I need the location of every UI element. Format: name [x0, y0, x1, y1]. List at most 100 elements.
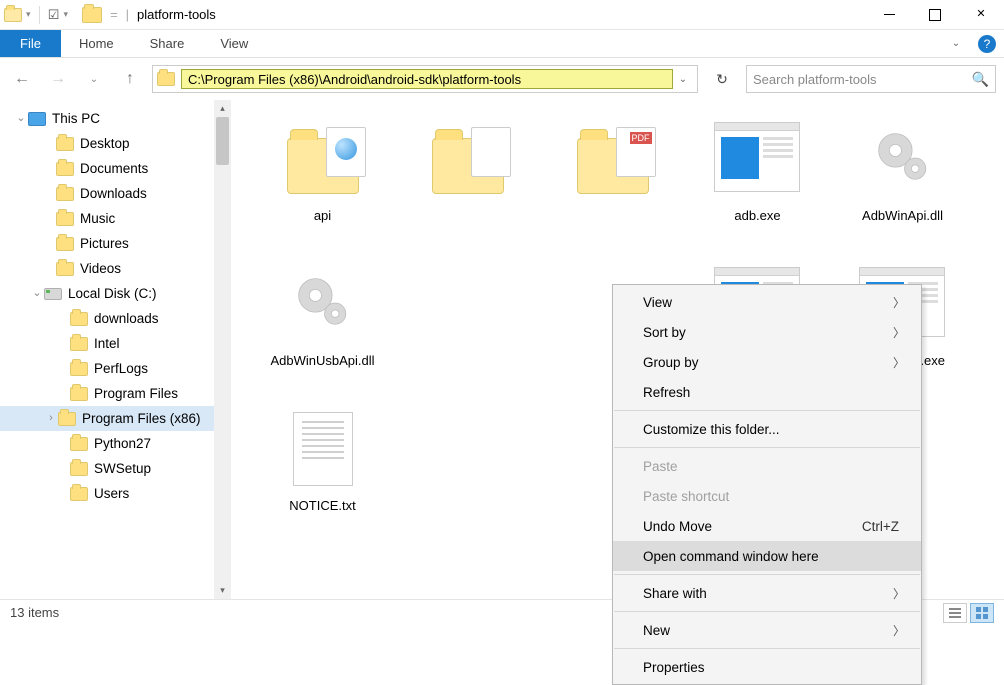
file-tab[interactable]: File [0, 30, 61, 57]
tree-label: Desktop [80, 136, 130, 151]
title-pipe: | [126, 7, 129, 22]
file-item-notice[interactable]: NOTICE.txt [250, 402, 395, 547]
menu-view[interactable]: View〉 [613, 287, 921, 317]
menu-open-command-window[interactable]: Open command window here [613, 541, 921, 571]
address-bar[interactable]: C:\Program Files (x86)\Android\android-s… [152, 65, 698, 93]
tree-scrollbar[interactable]: ▴ ▾ [214, 100, 231, 599]
submenu-arrow-icon: 〉 [893, 294, 905, 311]
file-view[interactable]: api adb.exe [232, 100, 1004, 599]
submenu-arrow-icon: 〉 [893, 622, 905, 639]
file-item-adb[interactable]: adb.exe [685, 112, 830, 257]
menu-separator [614, 611, 920, 612]
file-item-api[interactable]: api [250, 112, 395, 257]
folder-icon [70, 487, 88, 501]
quick-access-toolbar: ▾ ☑ ▾ [0, 6, 72, 24]
expander-icon[interactable] [44, 412, 58, 424]
tab-home[interactable]: Home [61, 30, 132, 57]
help-button[interactable]: ? [978, 35, 996, 53]
file-item-adbwinusbapi[interactable]: AdbWinUsbApi.dll [250, 257, 395, 402]
submenu-arrow-icon: 〉 [893, 354, 905, 371]
scroll-up-icon[interactable]: ▴ [214, 100, 231, 117]
search-placeholder: Search platform-tools [753, 72, 972, 87]
details-view-button[interactable] [943, 603, 967, 623]
tree-intel[interactable]: Intel [0, 331, 214, 356]
menu-paste: Paste [613, 451, 921, 481]
folder-icon [56, 237, 74, 251]
folder-icon [70, 337, 88, 351]
folder-icon [70, 437, 88, 451]
title-section: = | platform-tools [72, 7, 866, 23]
tree-music[interactable]: Music [0, 206, 214, 231]
window-controls: ✕ [866, 0, 1004, 30]
file-item-folder[interactable] [540, 112, 685, 257]
tree-label: Videos [80, 261, 121, 276]
qat-dropdown-icon[interactable]: ▾ [24, 9, 33, 20]
menu-refresh[interactable]: Refresh [613, 377, 921, 407]
tree-downloads[interactable]: Downloads [0, 181, 214, 206]
folder-icon [58, 412, 76, 426]
tree-label: Python27 [94, 436, 151, 451]
address-path[interactable]: C:\Program Files (x86)\Android\android-s… [181, 69, 673, 89]
tree-swsetup[interactable]: SWSetup [0, 456, 214, 481]
menu-customize[interactable]: Customize this folder... [613, 414, 921, 444]
tree-perflogs[interactable]: PerfLogs [0, 356, 214, 381]
menu-new[interactable]: New〉 [613, 615, 921, 645]
scroll-thumb[interactable] [216, 117, 229, 165]
address-dropdown-icon[interactable]: ⌄ [673, 74, 693, 85]
menu-properties[interactable]: Properties [613, 652, 921, 682]
tree-label: Music [80, 211, 115, 226]
refresh-button[interactable]: ↻ [706, 65, 738, 93]
tree-pictures[interactable]: Pictures [0, 231, 214, 256]
tab-view[interactable]: View [202, 30, 266, 57]
menu-share-with[interactable]: Share with〉 [613, 578, 921, 608]
search-input[interactable]: Search platform-tools 🔍 [746, 65, 996, 93]
qat-properties-icon[interactable]: ☑ [46, 7, 62, 23]
tree-program-files-x86[interactable]: Program Files (x86) [0, 406, 214, 431]
file-item-folder[interactable] [395, 112, 540, 257]
tree-this-pc[interactable]: This PC [0, 106, 214, 131]
close-button[interactable]: ✕ [958, 0, 1004, 30]
file-item[interactable] [395, 257, 540, 402]
tree-label: Pictures [80, 236, 129, 251]
recent-locations-dropdown[interactable]: ⌄ [80, 65, 108, 93]
icons-view-button[interactable] [970, 603, 994, 623]
tree-documents[interactable]: Documents [0, 156, 214, 181]
folder-icon [56, 137, 74, 151]
maximize-button[interactable] [912, 0, 958, 30]
qat-customize-dropdown[interactable]: ▾ [64, 9, 69, 20]
tree-downloads-folder[interactable]: downloads [0, 306, 214, 331]
address-folder-icon [157, 72, 175, 86]
tree-label: Downloads [80, 186, 147, 201]
ribbon-collapse-icon[interactable]: ⌄ [942, 38, 970, 49]
tab-share[interactable]: Share [132, 30, 203, 57]
window-titlebar: ▾ ☑ ▾ = | platform-tools ✕ [0, 0, 1004, 30]
qat-divider [39, 6, 40, 24]
window-title: platform-tools [137, 7, 216, 22]
menu-separator [614, 447, 920, 448]
tree-users[interactable]: Users [0, 481, 214, 506]
file-item-adbwinapi[interactable]: AdbWinApi.dll [830, 112, 975, 257]
expander-icon[interactable] [14, 111, 28, 124]
minimize-button[interactable] [866, 0, 912, 30]
tree-program-files[interactable]: Program Files [0, 381, 214, 406]
file-label: adb.exe [734, 208, 780, 225]
forward-button[interactable]: → [44, 65, 72, 93]
up-button[interactable]: ↑ [116, 65, 144, 93]
gear-icon [863, 120, 943, 200]
back-button[interactable]: ← [8, 65, 36, 93]
folder-icon [70, 312, 88, 326]
menu-separator [614, 648, 920, 649]
file-label: AdbWinUsbApi.dll [270, 353, 374, 370]
tree-python27[interactable]: Python27 [0, 431, 214, 456]
tree-desktop[interactable]: Desktop [0, 131, 214, 156]
expander-icon[interactable] [30, 286, 44, 299]
search-icon: 🔍 [972, 71, 989, 88]
scroll-down-icon[interactable]: ▾ [214, 582, 231, 599]
menu-group-by[interactable]: Group by〉 [613, 347, 921, 377]
menu-separator [614, 410, 920, 411]
menu-undo-move[interactable]: Undo MoveCtrl+Z [613, 511, 921, 541]
tree-local-disk[interactable]: Local Disk (C:) [0, 281, 214, 306]
menu-sort-by[interactable]: Sort by〉 [613, 317, 921, 347]
pc-icon [28, 112, 46, 126]
tree-videos[interactable]: Videos [0, 256, 214, 281]
